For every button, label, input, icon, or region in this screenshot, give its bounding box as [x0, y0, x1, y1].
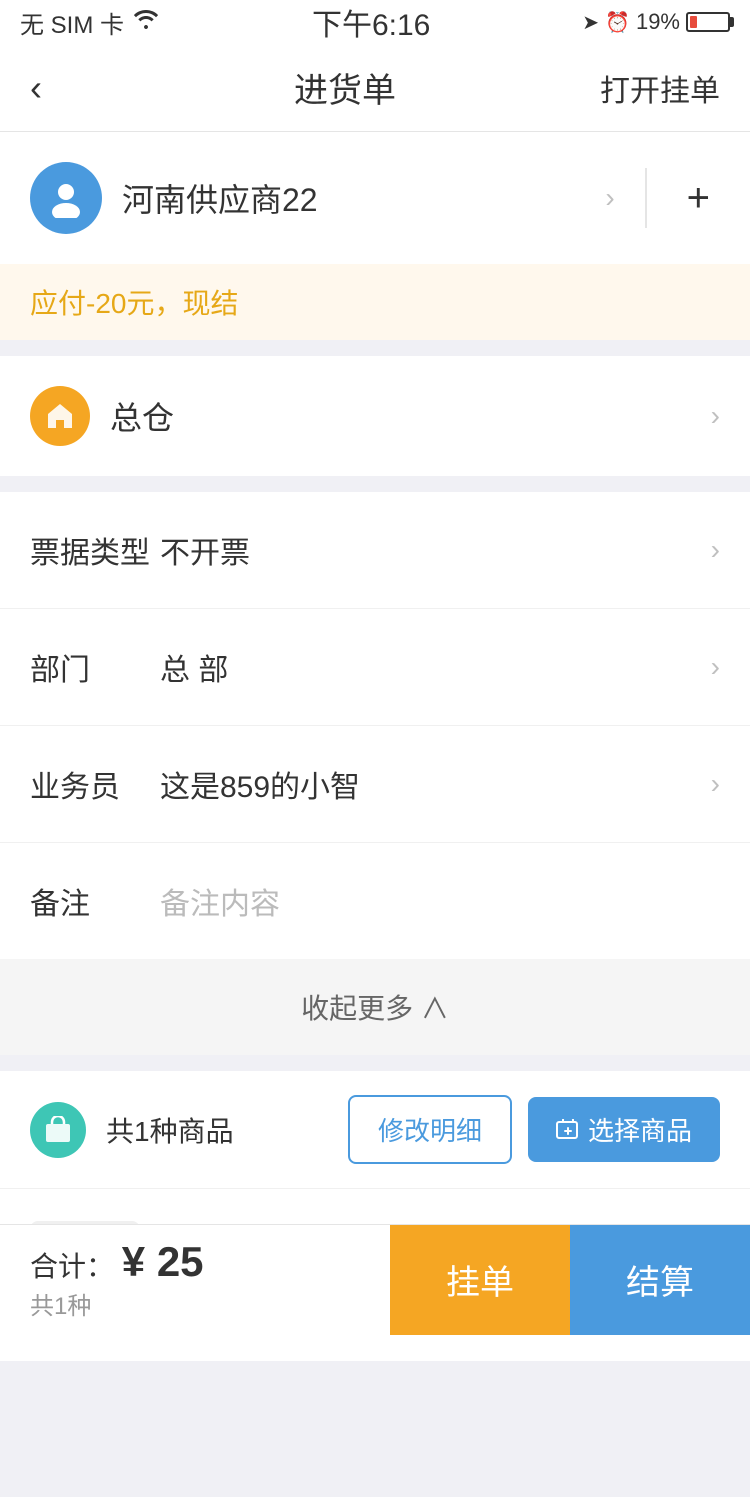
- select-product-button[interactable]: 选择商品: [528, 1097, 720, 1162]
- collapse-label: 收起更多 ∧: [301, 987, 449, 1027]
- status-time: 下午6:16: [312, 0, 430, 44]
- warehouse-icon: [30, 386, 90, 446]
- total-amount: ¥ 25: [122, 1238, 204, 1285]
- products-icon: [30, 1102, 86, 1158]
- status-bar: 无 SIM 卡 下午6:16 ➤ ⏰ 19%: [0, 0, 750, 44]
- wifi-icon: [132, 8, 160, 36]
- add-supplier-button[interactable]: +: [677, 176, 720, 221]
- supplier-row[interactable]: 河南供应商22 › +: [0, 132, 750, 264]
- sales-chevron-icon: ›: [711, 768, 720, 800]
- modify-details-button[interactable]: 修改明细: [348, 1095, 512, 1164]
- location-icon: ➤: [582, 10, 599, 35]
- sales-row[interactable]: 业务员 这是859的小智 ›: [0, 726, 750, 843]
- sales-label: 业务员: [30, 762, 160, 806]
- form-section: 票据类型 不开票 › 部门 总 部 › 业务员 这是859的小智 › 备注 备注…: [0, 492, 750, 959]
- hang-button[interactable]: 挂单: [390, 1225, 570, 1335]
- warehouse-chevron-icon: ›: [711, 400, 720, 432]
- nav-title: 进货单: [294, 63, 396, 112]
- invoice-label: 票据类型: [30, 528, 160, 572]
- invoice-value: 不开票: [160, 528, 711, 572]
- collapse-row[interactable]: 收起更多 ∧: [0, 959, 750, 1055]
- checkout-button[interactable]: 结算: [570, 1225, 750, 1335]
- bottom-total: 合计： ¥ 25 共1种: [0, 1238, 390, 1321]
- warehouse-name: 总仓: [110, 393, 711, 439]
- bottom-bar: 合计： ¥ 25 共1种 挂单 结算: [0, 1224, 750, 1334]
- total-label: 合计：: [30, 1251, 114, 1282]
- carrier-label: 无 SIM 卡: [20, 5, 124, 40]
- dept-row[interactable]: 部门 总 部 ›: [0, 609, 750, 726]
- open-hang-button[interactable]: 打开挂单: [600, 66, 720, 110]
- supplier-name: 河南供应商22: [122, 175, 605, 221]
- products-count: 共1种商品: [106, 1110, 348, 1150]
- alarm-icon: ⏰: [605, 10, 630, 35]
- back-button[interactable]: ‹: [30, 67, 90, 109]
- battery-percent: 19%: [636, 9, 680, 35]
- nav-bar: ‹ 进货单 打开挂单: [0, 44, 750, 132]
- dept-label: 部门: [30, 645, 160, 689]
- invoice-row[interactable]: 票据类型 不开票 ›: [0, 492, 750, 609]
- sales-value: 这是859的小智: [160, 762, 711, 806]
- remark-input[interactable]: 备注内容: [160, 879, 720, 923]
- total-row: 合计： ¥ 25: [30, 1238, 360, 1286]
- battery-icon: [686, 12, 730, 32]
- dept-chevron-icon: ›: [711, 651, 720, 683]
- select-product-label: 选择商品: [588, 1111, 692, 1148]
- remark-label: 备注: [30, 879, 160, 923]
- dept-value: 总 部: [160, 645, 711, 689]
- products-header: 共1种商品 修改明细 选择商品: [0, 1071, 750, 1189]
- status-right: ➤ ⏰ 19%: [582, 9, 730, 35]
- invoice-chevron-icon: ›: [711, 534, 720, 566]
- status-left: 无 SIM 卡: [20, 5, 160, 40]
- remark-row[interactable]: 备注 备注内容: [0, 843, 750, 959]
- warehouse-row[interactable]: 总仓 ›: [0, 356, 750, 476]
- supplier-chevron-icon: ›: [605, 182, 614, 214]
- warning-banner: 应付-20元，现结: [0, 264, 750, 340]
- total-count: 共1种: [30, 1286, 360, 1321]
- warning-text: 应付-20元，现结: [30, 288, 238, 319]
- supplier-section: 河南供应商22 › +: [0, 132, 750, 264]
- supplier-divider: [645, 168, 647, 228]
- supplier-avatar: [30, 162, 102, 234]
